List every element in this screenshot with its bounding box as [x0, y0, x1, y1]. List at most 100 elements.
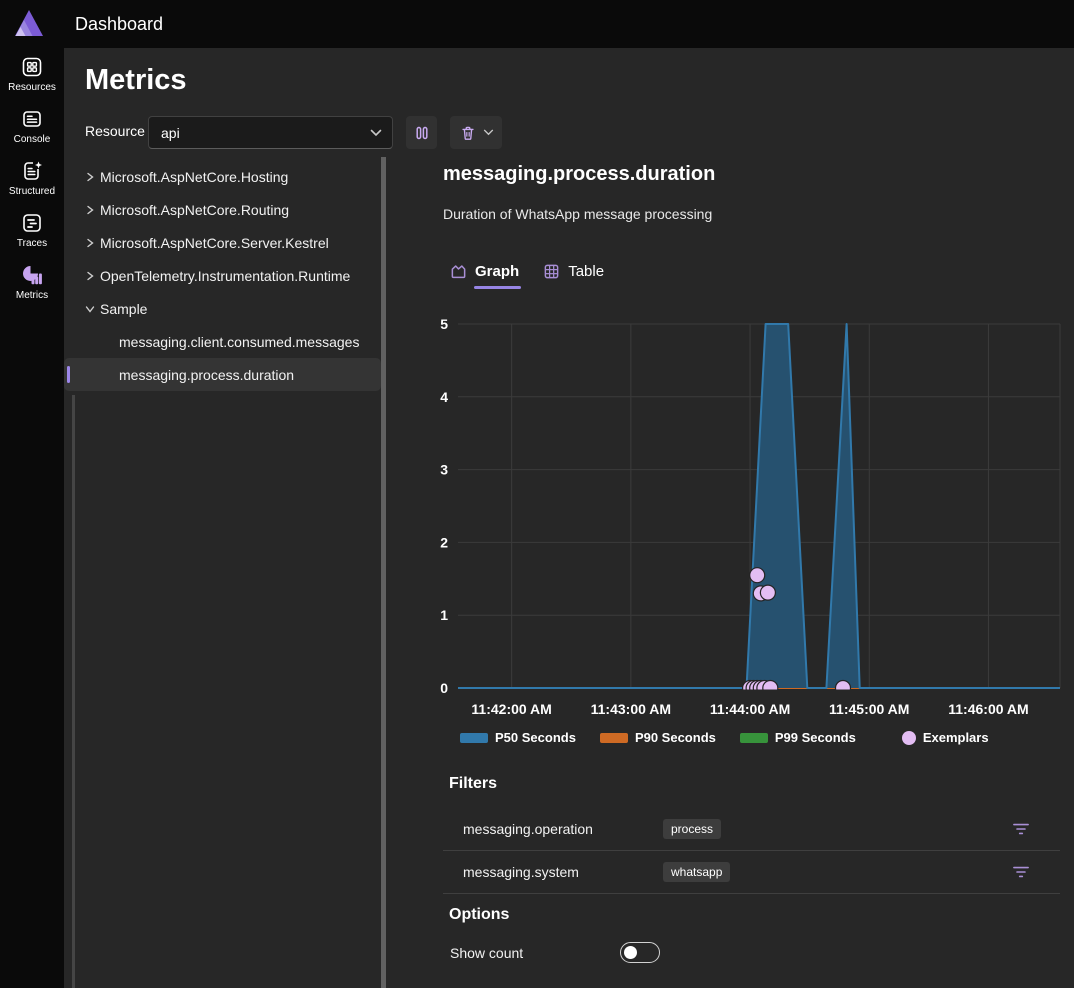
- traces-icon: [23, 214, 41, 232]
- filter-name: messaging.operation: [463, 821, 593, 837]
- metric-chart: 0 1 2 3 4 5 11:42:00 AM 11:43:00 AM 11:44:00 AM 1…: [440, 316, 1061, 717]
- chevron-down-icon: [85, 305, 95, 313]
- x-tick-label: 11:42:00 AM: [471, 701, 551, 717]
- legend-item-p99[interactable]: P99 Seconds: [739, 730, 856, 745]
- filter-row-system: messaging.system whatsapp: [443, 851, 1060, 893]
- trash-icon: [461, 126, 474, 140]
- x-tick-label: 11:46:00 AM: [948, 701, 1028, 717]
- chart-legend: P50 Seconds P90 Seconds P99 Seconds Exem…: [460, 730, 989, 745]
- divider: [443, 893, 1060, 894]
- tab-graph[interactable]: Graph: [450, 263, 522, 289]
- chevron-right-icon: [87, 172, 94, 181]
- top-bar: Dashboard: [0, 0, 1074, 48]
- x-tick-label: 11:45:00 AM: [829, 701, 909, 717]
- console-icon: [23, 111, 41, 127]
- tab-label: Graph: [475, 263, 520, 280]
- tree-item-routing[interactable]: Microsoft.AspNetCore.Routing: [64, 193, 381, 226]
- filter-value-badge: whatsapp: [663, 862, 731, 882]
- legend-swatch: [599, 732, 628, 743]
- resources-icon: [22, 57, 42, 77]
- legend-swatch: [739, 732, 768, 743]
- exemplar-point[interactable]: [749, 567, 766, 584]
- sidebar-item-label: Traces: [16, 238, 48, 249]
- legend-label: P99 Seconds: [774, 730, 856, 745]
- sidebar-item-label: Resources: [8, 82, 56, 93]
- tree-scrollbar[interactable]: [72, 395, 75, 988]
- filter-row-operation: messaging.operation process: [443, 808, 1060, 850]
- chevron-right-icon: [87, 205, 94, 214]
- sidebar-item-structured[interactable]: Structured: [0, 152, 64, 204]
- chevron-right-icon: [87, 271, 94, 280]
- sidebar-item-label: Console: [13, 134, 51, 145]
- legend-swatch: [460, 732, 488, 743]
- metric-description: Duration of WhatsApp message processing: [443, 206, 713, 222]
- sidebar-item-resources[interactable]: Resources: [0, 48, 64, 100]
- series-p50-seconds: [458, 323, 1060, 689]
- resource-select-value: api: [161, 124, 180, 141]
- page-title: Metrics: [85, 64, 187, 96]
- tree-item-label: Microsoft.AspNetCore.Routing: [100, 201, 290, 218]
- pause-icon: [415, 126, 428, 139]
- resource-label: Resource: [85, 123, 145, 139]
- filter-menu-button[interactable]: [1010, 861, 1032, 883]
- filter-menu-button[interactable]: [1010, 818, 1032, 840]
- resource-select[interactable]: api: [148, 116, 393, 149]
- app-title: Dashboard: [75, 14, 164, 34]
- tree-item-label: Sample: [100, 300, 148, 317]
- chevron-right-icon: [87, 238, 94, 247]
- chevron-down-icon: [370, 129, 382, 136]
- filter-value-badge: process: [663, 819, 722, 839]
- selected-indicator: [67, 366, 70, 383]
- filter-icon: [1013, 866, 1029, 878]
- exemplar-point[interactable]: [834, 679, 852, 696]
- remove-metrics-split-button[interactable]: [450, 116, 502, 149]
- tab-label: Table: [568, 263, 605, 280]
- sidebar-item-label: Metrics: [15, 290, 49, 301]
- line-chart-icon: [451, 265, 466, 279]
- active-tab-indicator: [474, 286, 522, 289]
- filter-icon: [1013, 823, 1029, 835]
- tree-item-process-duration[interactable]: messaging.process.duration: [64, 358, 381, 391]
- tree-item-consumed-messages[interactable]: messaging.client.consumed.messages: [64, 325, 381, 358]
- exemplar-point[interactable]: [759, 584, 776, 601]
- metric-title: messaging.process.duration: [443, 163, 716, 185]
- legend-item-p50[interactable]: P50 Seconds: [460, 730, 576, 745]
- sidebar-item-console[interactable]: Console: [0, 100, 64, 152]
- sidebar-item-metrics[interactable]: Metrics: [0, 256, 64, 308]
- filter-name: messaging.system: [463, 864, 579, 880]
- legend-item-exemplars[interactable]: Exemplars: [901, 730, 989, 745]
- metrics-page: Metrics Resource api Microsoft.AspNetCor…: [64, 48, 1074, 988]
- table-icon: [544, 264, 559, 279]
- structured-icon: [24, 161, 42, 180]
- x-tick-label: 11:44:00 AM: [710, 701, 790, 717]
- exemplar-point[interactable]: [762, 679, 779, 696]
- sidebar-item-traces[interactable]: Traces: [0, 204, 64, 256]
- tree-item-label: Microsoft.AspNetCore.Hosting: [100, 168, 289, 185]
- legend-label: Exemplars: [922, 730, 989, 745]
- filters-heading: Filters: [449, 775, 498, 792]
- metrics-tree: Microsoft.AspNetCore.Hosting Microsoft.A…: [64, 160, 381, 391]
- tree-item-hosting[interactable]: Microsoft.AspNetCore.Hosting: [64, 160, 381, 193]
- sidebar-nav: Resources Console Structured Traces Metr…: [0, 48, 64, 988]
- tab-table[interactable]: Table: [543, 263, 604, 289]
- y-tick-label: 4: [440, 389, 448, 405]
- y-tick-label: 2: [440, 534, 448, 550]
- tree-chart-splitter[interactable]: [381, 157, 386, 988]
- y-tick-label: 3: [440, 462, 448, 478]
- exemplar-dot-icon: [901, 730, 916, 745]
- pause-metrics-button[interactable]: [406, 116, 437, 149]
- tree-item-label: messaging.process.duration: [119, 366, 295, 383]
- tree-item-runtime[interactable]: OpenTelemetry.Instrumentation.Runtime: [64, 259, 381, 292]
- y-tick-label: 0: [440, 680, 448, 696]
- show-count-label: Show count: [450, 945, 524, 961]
- show-count-toggle[interactable]: [620, 942, 660, 963]
- toggle-knob: [624, 946, 637, 959]
- tree-item-label: messaging.client.consumed.messages: [119, 333, 360, 350]
- tree-item-kestrel[interactable]: Microsoft.AspNetCore.Server.Kestrel: [64, 226, 381, 259]
- legend-label: P50 Seconds: [495, 730, 576, 745]
- chevron-down-icon: [483, 129, 493, 136]
- tree-item-sample[interactable]: Sample: [64, 292, 381, 325]
- y-tick-label: 5: [440, 316, 448, 332]
- legend-item-p90[interactable]: P90 Seconds: [599, 730, 716, 745]
- view-tabs: Graph Table: [450, 263, 604, 289]
